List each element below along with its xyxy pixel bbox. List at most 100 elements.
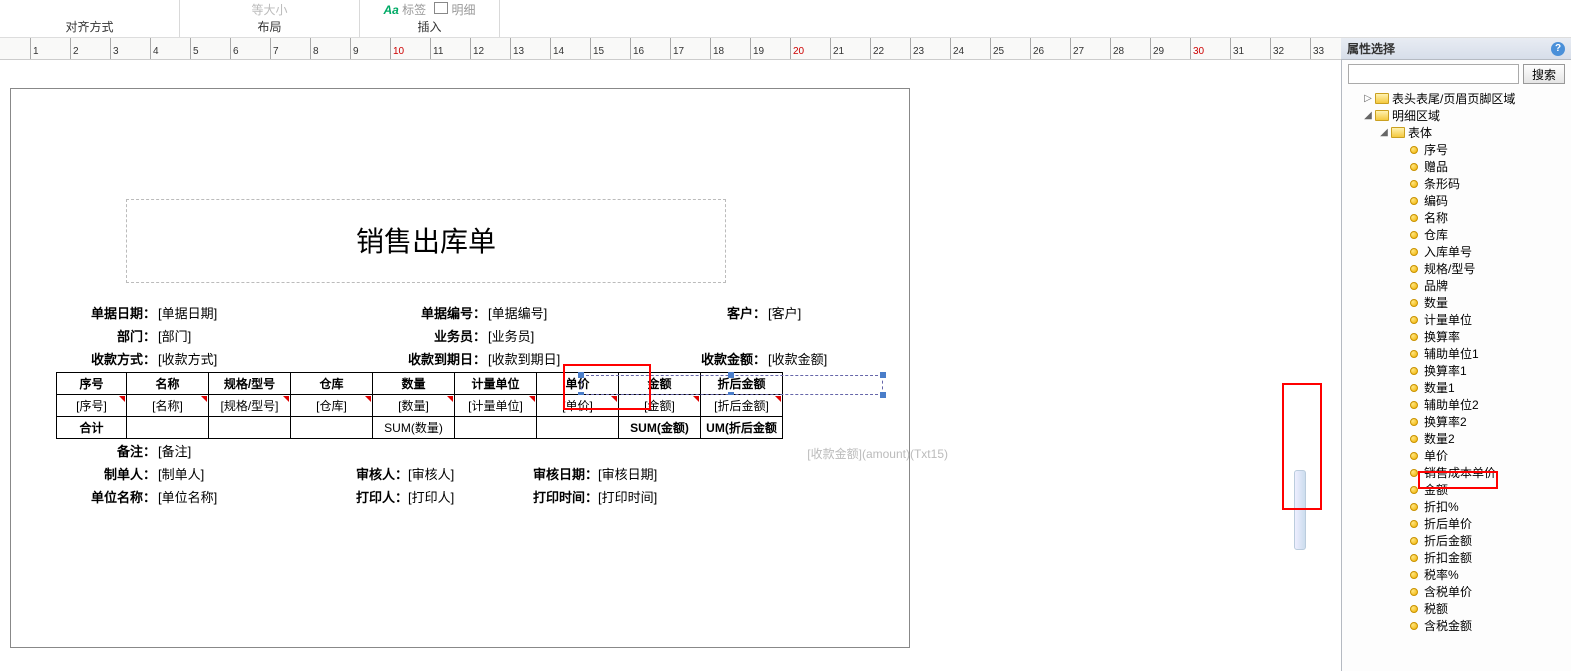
tree-field-序号[interactable]: 序号: [1348, 141, 1571, 158]
field-cust[interactable]: [客户]: [768, 303, 848, 322]
field-checkdate[interactable]: [审核日期]: [598, 464, 678, 483]
td-name[interactable]: [名称]: [127, 395, 209, 417]
tree-field-折扣%[interactable]: 折扣%: [1348, 498, 1571, 515]
horizontal-ruler[interactable]: 1234567891011121314151617181920212223242…: [0, 38, 1571, 59]
label-button[interactable]: Aa 标签: [383, 1, 426, 18]
th-spec[interactable]: 规格/型号: [209, 373, 291, 395]
th-unit[interactable]: 计量单位: [455, 373, 537, 395]
tree-field-销售成本单价[interactable]: 销售成本单价: [1348, 464, 1571, 481]
tree-field-赠品[interactable]: 赠品: [1348, 158, 1571, 175]
search-button[interactable]: 搜索: [1523, 64, 1565, 84]
tree-field-辅助单位1[interactable]: 辅助单位1: [1348, 345, 1571, 362]
tree-field-含税单价[interactable]: 含税单价: [1348, 583, 1571, 600]
label-printtime: 打印时间：: [508, 487, 598, 506]
td-total-label[interactable]: 合计: [57, 417, 127, 439]
td-empty[interactable]: [537, 417, 619, 439]
th-name[interactable]: 名称: [127, 373, 209, 395]
field-printtime[interactable]: [打印时间]: [598, 487, 678, 506]
tree-field-换算率2[interactable]: 换算率2: [1348, 413, 1571, 430]
tree-field-数量[interactable]: 数量: [1348, 294, 1571, 311]
tree-root-detail[interactable]: ◢明细区域: [1348, 107, 1571, 124]
field-due[interactable]: [收款到期日]: [488, 349, 568, 368]
ruler-tick: 4: [150, 38, 151, 59]
field-dept[interactable]: [部门]: [158, 326, 238, 345]
sel-handle-nw[interactable]: [578, 372, 584, 378]
tree-field-品牌[interactable]: 品牌: [1348, 277, 1571, 294]
ruler-tick: 3: [110, 38, 111, 59]
table-total-row: 合计 SUM(数量) SUM(金额) UM(折后金额: [57, 417, 783, 439]
tree-field-含税金额[interactable]: 含税金额: [1348, 617, 1571, 634]
td-sum-amt[interactable]: SUM(金额): [619, 417, 701, 439]
report-title-box[interactable]: 销售出库单: [126, 199, 726, 283]
tree-field-换算率[interactable]: 换算率: [1348, 328, 1571, 345]
td-empty[interactable]: [209, 417, 291, 439]
tree-toggle-icon[interactable]: ▷: [1362, 93, 1374, 104]
design-canvas[interactable]: 销售出库单 单据日期： [单据日期] 单据编号： [单据编号] 客户： [客户]…: [0, 60, 1341, 671]
report-paper[interactable]: 销售出库单 单据日期： [单据日期] 单据编号： [单据编号] 客户： [客户]…: [10, 88, 910, 648]
field-remark[interactable]: [备注]: [158, 441, 238, 460]
tree-field-金额[interactable]: 金额: [1348, 481, 1571, 498]
th-qty[interactable]: 数量: [373, 373, 455, 395]
field-printer[interactable]: [打印人]: [408, 487, 508, 506]
tree-field-名称[interactable]: 名称: [1348, 209, 1571, 226]
td-unit[interactable]: [计量单位]: [455, 395, 537, 417]
tree-root-header[interactable]: ▷表头表尾/页眉页脚区域: [1348, 90, 1571, 107]
tree-toggle-icon[interactable]: ◢: [1362, 110, 1374, 121]
field-maker[interactable]: [制单人]: [158, 464, 338, 483]
equal-size-button[interactable]: 等大小: [251, 1, 287, 18]
field-date[interactable]: [单据日期]: [158, 303, 238, 322]
field-sales[interactable]: [业务员]: [488, 326, 568, 345]
td-spec[interactable]: [规格/型号]: [209, 395, 291, 417]
field-amt[interactable]: [收款金额]: [768, 349, 848, 368]
sel-handle-se[interactable]: [880, 392, 886, 398]
tree-field-条形码[interactable]: 条形码: [1348, 175, 1571, 192]
tree-field-折后单价[interactable]: 折后单价: [1348, 515, 1571, 532]
field-dot-icon: [1406, 364, 1422, 378]
tree-field-折后金额[interactable]: 折后金额: [1348, 532, 1571, 549]
td-qty[interactable]: [数量]: [373, 395, 455, 417]
td-sum-disc[interactable]: UM(折后金额: [701, 417, 783, 439]
td-price[interactable]: [单价]: [537, 395, 619, 417]
tree-body[interactable]: ◢表体: [1348, 124, 1571, 141]
td-amount[interactable]: [金额]: [619, 395, 701, 417]
tree-field-数量1[interactable]: 数量1: [1348, 379, 1571, 396]
tree-field-税率%[interactable]: 税率%: [1348, 566, 1571, 583]
tree-field-换算率1[interactable]: 换算率1: [1348, 362, 1571, 379]
tree-field-数量2[interactable]: 数量2: [1348, 430, 1571, 447]
td-disc[interactable]: [折后金额]: [701, 395, 783, 417]
tree-field-规格/型号[interactable]: 规格/型号: [1348, 260, 1571, 277]
tree-field-税额[interactable]: 税额: [1348, 600, 1571, 617]
sel-handle-n[interactable]: [728, 372, 734, 378]
tree-field-折扣金额[interactable]: 折扣金额: [1348, 549, 1571, 566]
splitter-handle[interactable]: [1294, 470, 1306, 550]
marker-icon: [611, 396, 617, 402]
field-checker[interactable]: [审核人]: [408, 464, 508, 483]
field-no[interactable]: [单据编号]: [488, 303, 568, 322]
td-wh[interactable]: [仓库]: [291, 395, 373, 417]
help-icon[interactable]: ?: [1551, 42, 1565, 56]
td-empty[interactable]: [455, 417, 537, 439]
td-sum-qty[interactable]: SUM(数量): [373, 417, 455, 439]
property-tree[interactable]: ▷表头表尾/页眉页脚区域◢明细区域◢表体序号赠品条形码编码名称仓库入库单号规格/…: [1342, 88, 1571, 671]
folder-icon: [1374, 92, 1390, 106]
tree-field-单价[interactable]: 单价: [1348, 447, 1571, 464]
field-company[interactable]: [单位名称]: [158, 487, 338, 506]
th-wh[interactable]: 仓库: [291, 373, 373, 395]
search-input[interactable]: [1348, 64, 1519, 84]
field-paytype[interactable]: [收款方式]: [158, 349, 238, 368]
field-dot-icon: [1406, 347, 1422, 361]
tree-field-入库单号[interactable]: 入库单号: [1348, 243, 1571, 260]
tree-field-仓库[interactable]: 仓库: [1348, 226, 1571, 243]
sel-handle-ne[interactable]: [880, 372, 886, 378]
tree-field-辅助单位2[interactable]: 辅助单位2: [1348, 396, 1571, 413]
detail-button[interactable]: 明细: [434, 1, 475, 18]
tree-toggle-icon[interactable]: ◢: [1378, 127, 1390, 138]
tree-field-计量单位[interactable]: 计量单位: [1348, 311, 1571, 328]
th-seq[interactable]: 序号: [57, 373, 127, 395]
td-seq[interactable]: [序号]: [57, 395, 127, 417]
td-empty[interactable]: [127, 417, 209, 439]
field-dot-icon: [1406, 228, 1422, 242]
ruler-tick: 18: [710, 38, 711, 59]
td-empty[interactable]: [291, 417, 373, 439]
tree-field-编码[interactable]: 编码: [1348, 192, 1571, 209]
